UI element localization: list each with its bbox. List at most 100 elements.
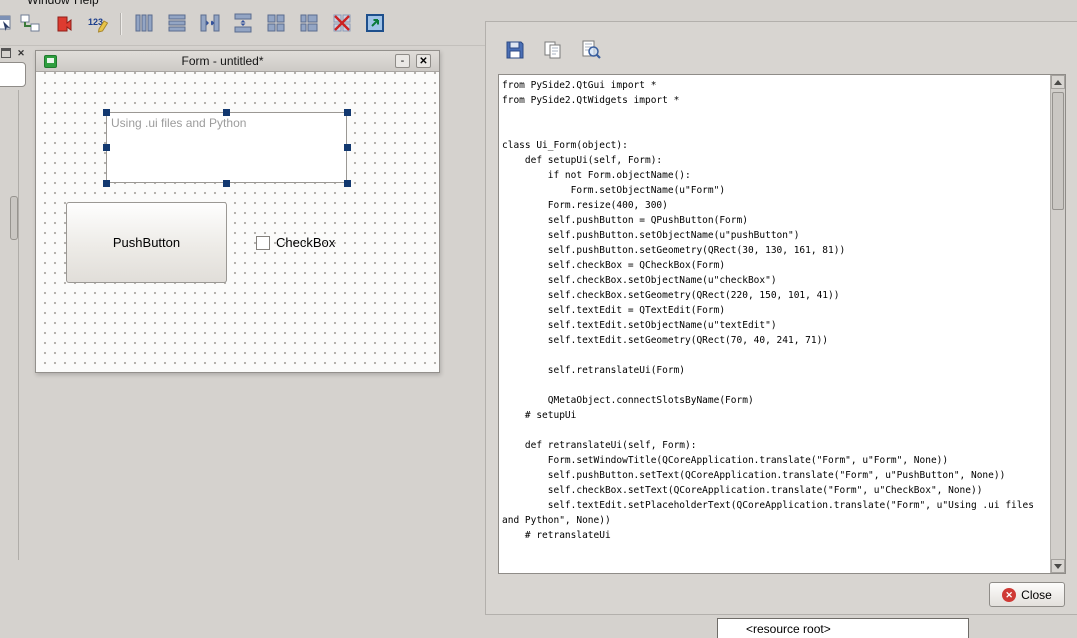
edit-signals-slots-icon (19, 12, 41, 37)
dock-float-icon (1, 48, 11, 58)
code-line: self.pushButton = QPushButton(Form) (502, 213, 1050, 228)
layout-horizontal-splitter-button[interactable] (196, 10, 224, 38)
selection-handle[interactable] (344, 109, 351, 116)
resource-browser: <resource root> (717, 618, 969, 638)
find-button[interactable] (576, 36, 606, 66)
form-titlebar[interactable]: Form - untitled* - ✕ (36, 51, 439, 72)
dock-scrollbar-thumb[interactable] (10, 196, 18, 240)
code-line: self.retranslateUi(Form) (502, 363, 1050, 378)
code-line: self.pushButton.setObjectName(u"pushButt… (502, 228, 1050, 243)
dock-edge-divider (18, 90, 19, 560)
resource-root-item[interactable]: <resource root> (718, 619, 968, 636)
layout-vertical-splitter-button[interactable] (229, 10, 257, 38)
code-line: self.pushButton.setGeometry(QRect(30, 13… (502, 243, 1050, 258)
selection-handle[interactable] (103, 109, 110, 116)
close-circle-icon: ✕ (1002, 588, 1016, 602)
scroll-down-button[interactable] (1051, 559, 1065, 573)
copy-button[interactable] (538, 36, 568, 66)
save-button[interactable] (500, 36, 530, 66)
find-icon (580, 39, 602, 64)
code-line: QMetaObject.connectSlotsByName(Form) (502, 393, 1050, 408)
selection-handle[interactable] (103, 144, 110, 151)
edit-widgets-button[interactable] (0, 10, 16, 38)
layout-grid-icon (265, 12, 287, 37)
code-view[interactable]: from PySide2.QtGui import *from PySide2.… (498, 74, 1066, 574)
textedit-widget[interactable] (106, 112, 347, 183)
selection-handle[interactable] (344, 180, 351, 187)
edit-tab-order-icon: 123 (87, 12, 109, 37)
checkbox-widget[interactable]: CheckBox (256, 222, 357, 263)
layout-vertical-icon (166, 12, 188, 37)
code-line (502, 378, 1050, 393)
code-scrollbar[interactable] (1050, 75, 1065, 573)
scroll-up-button[interactable] (1051, 75, 1065, 89)
code-line: from PySide2.QtWidgets import * (502, 93, 1050, 108)
save-icon (504, 39, 526, 64)
menu-help[interactable]: Help (74, 0, 99, 7)
edit-widgets-icon (0, 12, 13, 37)
dock-close-icon: ✕ (17, 48, 25, 58)
close-button[interactable]: ✕ Close (989, 582, 1065, 607)
form-minimize-button[interactable]: - (395, 54, 410, 68)
dock-float-button[interactable] (1, 47, 13, 59)
arrow-down-icon (1054, 564, 1062, 569)
layout-horizontal-splitter-icon (199, 12, 221, 37)
break-layout-button[interactable] (328, 10, 356, 38)
edit-buddies-icon (55, 12, 77, 37)
form-window-title: Form - untitled* (66, 54, 379, 68)
adjust-size-icon (364, 12, 386, 37)
checkbox-indicator (256, 236, 270, 250)
checkbox-label: CheckBox (276, 235, 335, 250)
layout-horizontal-button[interactable] (130, 10, 158, 38)
code-line: Form.setObjectName(u"Form") (502, 183, 1050, 198)
qt-designer-app: Window Help 123 (0, 0, 1077, 638)
selection-handle[interactable] (103, 180, 110, 187)
code-line: self.checkBox.setText(QCoreApplication.t… (502, 483, 1050, 498)
code-line (502, 108, 1050, 123)
edit-signals-slots-button[interactable] (16, 10, 44, 38)
code-line: and Python", None)) (502, 513, 1050, 528)
layout-vertical-splitter-icon (232, 12, 254, 37)
code-line (502, 348, 1050, 363)
edit-buddies-button[interactable] (52, 10, 80, 38)
code-line: if not Form.objectName(): (502, 168, 1050, 183)
copy-icon (542, 39, 564, 64)
scrollbar-thumb[interactable] (1052, 92, 1064, 210)
code-line: self.pushButton.setText(QCoreApplication… (502, 468, 1050, 483)
dock-close-button[interactable]: ✕ (15, 47, 27, 59)
arrow-up-icon (1054, 80, 1062, 85)
code-line: class Ui_Form(object): (502, 138, 1050, 153)
form-window-icon (44, 55, 57, 68)
layout-form-button[interactable] (295, 10, 323, 38)
form-close-button[interactable]: ✕ (416, 54, 431, 68)
layout-form-icon (298, 12, 320, 37)
widget-filter-input[interactable] (0, 62, 26, 87)
toolbar-bottom-divider (0, 45, 485, 46)
code-line: Form.resize(400, 300) (502, 198, 1050, 213)
code-line: self.textEdit.setPlaceholderText(QCoreAp… (502, 498, 1050, 513)
selection-handle[interactable] (344, 144, 351, 151)
code-line: def setupUi(self, Form): (502, 153, 1050, 168)
code-text: from PySide2.QtGui import *from PySide2.… (499, 75, 1050, 573)
code-line: self.checkBox.setObjectName(u"checkBox") (502, 273, 1050, 288)
break-layout-icon (331, 12, 353, 37)
code-line: self.checkBox = QCheckBox(Form) (502, 258, 1050, 273)
selection-handle[interactable] (223, 180, 230, 187)
selection-handle[interactable] (223, 109, 230, 116)
layout-grid-button[interactable] (262, 10, 290, 38)
main-toolbar: 123 (0, 8, 485, 44)
designer-form-window: Form - untitled* - ✕ PushButton CheckBox (35, 50, 440, 373)
edit-tab-order-button[interactable]: 123 (84, 10, 112, 38)
code-preview-dialog: from PySide2.QtGui import *from PySide2.… (485, 21, 1077, 615)
adjust-size-button[interactable] (361, 10, 389, 38)
code-line: self.textEdit.setObjectName(u"textEdit") (502, 318, 1050, 333)
menu-window[interactable]: Window (27, 0, 70, 7)
toolbar-separator (120, 13, 122, 35)
form-canvas[interactable]: PushButton CheckBox (36, 72, 439, 372)
pushbutton-widget[interactable]: PushButton (66, 202, 227, 283)
code-line (502, 423, 1050, 438)
code-line: Form.setWindowTitle(QCoreApplication.tra… (502, 453, 1050, 468)
layout-vertical-button[interactable] (163, 10, 191, 38)
code-line (502, 123, 1050, 138)
code-line: # retranslateUi (502, 528, 1050, 543)
